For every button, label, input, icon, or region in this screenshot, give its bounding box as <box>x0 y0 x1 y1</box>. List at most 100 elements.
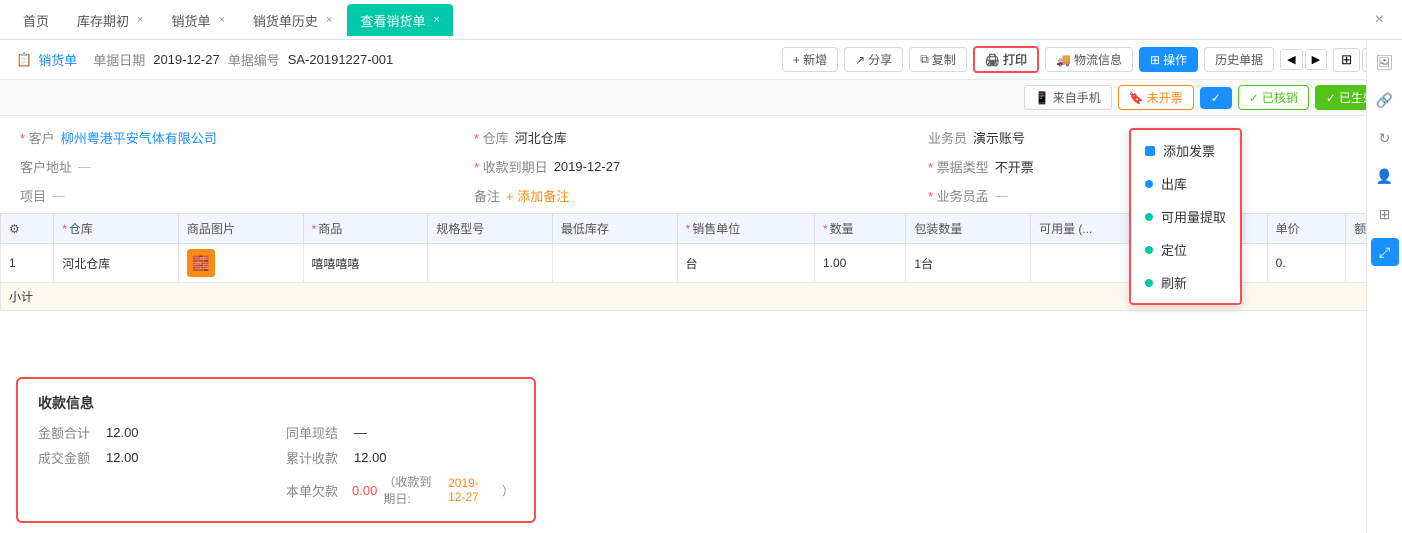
right-tool-expand[interactable]: ⤢ <box>1371 238 1399 266</box>
owe-date: 2019-12-27 <box>448 476 496 504</box>
from-mobile-label: 来自手机 <box>1053 89 1101 106</box>
payment-cumulative-row: 累计收款 12.00 <box>286 448 514 467</box>
warehouse-value: 河北仓库 <box>515 128 567 147</box>
table-icon: ⊞ <box>1379 206 1391 223</box>
payment-total-row: 金额合计 12.00 <box>38 423 266 442</box>
grid-icon: ⊞ <box>1150 53 1160 67</box>
dropdown-refresh[interactable]: 刷新 <box>1131 266 1240 299</box>
settings-icon: ⚙ <box>9 222 20 236</box>
operate-button[interactable]: ⊞ 操作 <box>1139 47 1198 72</box>
print-button[interactable]: 🖨 打印 <box>973 46 1039 73</box>
number-value: SA-20191227-001 <box>288 52 394 67</box>
tab-inventory-close[interactable]: × <box>137 14 143 26</box>
copy-label: 复制 <box>932 51 956 68</box>
owe-label: 本单欠款 <box>286 481 346 500</box>
outbound-icon <box>1145 180 1153 188</box>
product-thumbnail: 🧱 <box>187 249 215 277</box>
payment-same-order-row: 同单现结 — <box>286 423 514 442</box>
col-settings[interactable]: ⚙ <box>1 214 54 244</box>
col-min-stock: 最低库存 <box>552 214 677 244</box>
tab-sales[interactable]: 销货单 × <box>158 4 237 36</box>
available-fetch-label: 可用量提取 <box>1161 207 1226 226</box>
salesperson-value: — <box>995 188 1008 203</box>
tab-view-sales-label: 查看销货单 <box>360 11 425 30</box>
nav-arrows: ◀ ▶ <box>1280 49 1327 70</box>
tab-sales-close[interactable]: × <box>218 14 224 26</box>
not-open-button[interactable]: 🔖 未开票 <box>1118 85 1194 110</box>
cancelled-label: 已核销 <box>1262 89 1298 106</box>
doc-header: 📋 销货单 单据日期 2019-12-27 单据编号 SA-20191227-0… <box>0 40 1402 80</box>
cell-unit: 台 <box>677 244 814 283</box>
note-label: 备注 <box>474 186 500 205</box>
address-field: 客户地址 — <box>20 157 474 176</box>
cell-price: 0. <box>1267 244 1346 283</box>
cumulative-value: 12.00 <box>354 450 387 465</box>
payment-owe-row: 本单欠款 0.00 （收款到期日: 2019-12-27） <box>286 473 514 507</box>
right-tool-img[interactable]: 🖼 <box>1371 48 1399 76</box>
tab-inventory-label: 库存期初 <box>77 11 129 30</box>
customer-value[interactable]: 柳州粤港平安气体有限公司 <box>61 128 217 147</box>
main-content: 📋 销货单 单据日期 2019-12-27 单据编号 SA-20191227-0… <box>0 40 1402 533</box>
print-icon: 🖨 <box>985 53 1000 67</box>
history-button[interactable]: 历史单据 <box>1204 47 1274 72</box>
tab-view-sales-close[interactable]: × <box>433 14 439 26</box>
payment-grid: 金额合计 12.00 同单现结 — 成交金额 12.00 累计收款 12.00 … <box>38 423 514 507</box>
window-close-button[interactable]: × <box>1367 11 1392 29</box>
tab-view-sales[interactable]: 查看销货单 × <box>347 4 452 36</box>
not-open-label: 未开票 <box>1147 89 1183 106</box>
col-pack-qty: 包装数量 <box>906 214 1031 244</box>
tab-sales-history-close[interactable]: × <box>326 14 332 26</box>
payment-info-box: 收款信息 金额合计 12.00 同单现结 — 成交金额 12.00 累计收款 1… <box>16 377 536 523</box>
grid-view-button[interactable]: ⊞ <box>1333 48 1360 72</box>
same-order-value: — <box>354 425 367 440</box>
prev-button[interactable]: ◀ <box>1280 49 1302 70</box>
logistics-label: 物流信息 <box>1074 51 1122 68</box>
tab-home-label: 首页 <box>23 11 49 30</box>
mobile-icon: 📱 <box>1035 91 1050 105</box>
note-field: 备注 + 添加备注 <box>474 186 928 205</box>
date-label: 单据日期 <box>93 50 145 69</box>
transaction-value: 12.00 <box>106 450 139 465</box>
tab-home[interactable]: 首页 <box>10 4 62 36</box>
doc-title: 📋 销货单 <box>16 50 77 69</box>
refresh-icon <box>1145 279 1153 287</box>
dropdown-available-fetch[interactable]: 可用量提取 <box>1131 200 1240 233</box>
customer-label: 客户 <box>20 128 55 147</box>
right-tool-link[interactable]: 🔗 <box>1371 86 1399 114</box>
address-label: 客户地址 <box>20 157 72 176</box>
staff-label: 业务员 <box>928 128 967 147</box>
from-mobile-button[interactable]: 📱 来自手机 <box>1024 85 1112 110</box>
salesperson-label: 业务员孟 <box>928 186 989 205</box>
confirm-button[interactable]: ✓ <box>1200 87 1232 109</box>
right-tool-rotate[interactable]: ↻ <box>1371 124 1399 152</box>
cell-image: 🧱 <box>178 244 303 283</box>
cell-pack-qty: 1台 <box>906 244 1031 283</box>
sub-action-bar: 📱 来自手机 🔖 未开票 ✓ ✓ 已核销 ✓ 已生效 <box>0 80 1402 116</box>
right-tool-user[interactable]: 👤 <box>1371 162 1399 190</box>
ticket-icon: 🔖 <box>1129 91 1144 105</box>
logistics-button[interactable]: 🚚 物流信息 <box>1045 47 1133 72</box>
col-qty: *数量 <box>814 214 905 244</box>
new-button[interactable]: + 新增 <box>782 47 838 72</box>
dropdown-outbound[interactable]: 出库 <box>1131 167 1240 200</box>
share-button[interactable]: ↗ 分享 <box>844 47 903 72</box>
add-note-button[interactable]: + 添加备注 <box>506 186 569 205</box>
check-icon: ✓ <box>1211 91 1221 105</box>
date-value: 2019-12-27 <box>153 52 220 67</box>
cumulative-label: 累计收款 <box>286 448 346 467</box>
copy-button[interactable]: ⧉ 复制 <box>909 47 967 72</box>
cancelled-button[interactable]: ✓ 已核销 <box>1238 85 1309 110</box>
dropdown-locate[interactable]: 定位 <box>1131 233 1240 266</box>
owe-note-prefix: （收款到期日: <box>383 473 442 507</box>
share-icon: ↗ <box>855 53 865 67</box>
effective-icon: ✓ <box>1326 91 1336 105</box>
next-button[interactable]: ▶ <box>1305 49 1327 70</box>
locate-icon <box>1145 246 1153 254</box>
cell-no: 1 <box>1 244 54 283</box>
tab-sales-history-label: 销货单历史 <box>253 11 318 30</box>
right-tool-table[interactable]: ⊞ <box>1371 200 1399 228</box>
tab-sales-history[interactable]: 销货单历史 × <box>240 4 345 36</box>
col-warehouse: *仓库 <box>54 214 179 244</box>
tab-inventory[interactable]: 库存期初 × <box>64 4 156 36</box>
dropdown-add-invoice[interactable]: 添加发票 <box>1131 134 1240 167</box>
